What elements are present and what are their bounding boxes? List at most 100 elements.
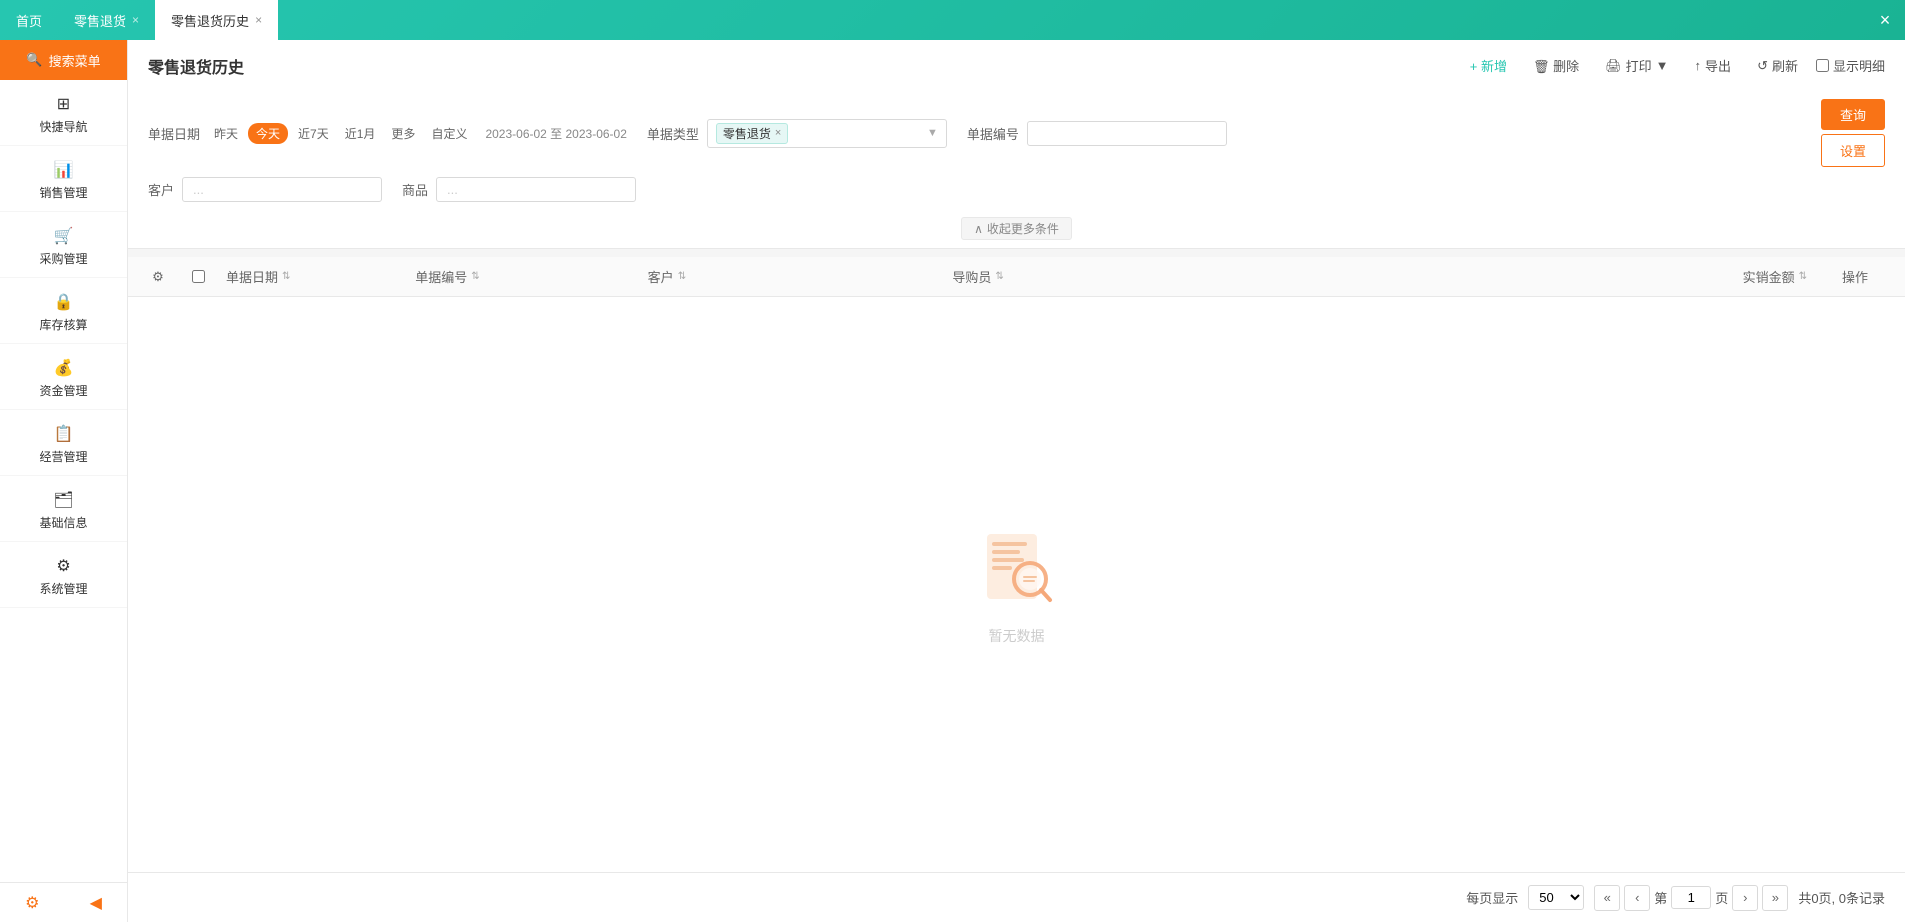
th-customer-label: 客户	[648, 267, 674, 286]
th-guide-sort: ⇅	[995, 271, 1003, 282]
export-button[interactable]: ↑ 导出	[1687, 52, 1740, 79]
query-button[interactable]: 查询	[1821, 99, 1885, 130]
page-unit-label: 页	[1715, 888, 1728, 907]
sales-mgmt-icon: 📊	[54, 160, 74, 180]
filter-settings-button[interactable]: 设置	[1821, 134, 1885, 167]
base-info-icon: 🗂	[54, 490, 74, 510]
tab-retail-return-history[interactable]: 零售退货历史 ×	[155, 0, 278, 40]
page-header: 零售退货历史 + 新增 🗑 删除 🖨 打印 ▼ ↑ 导出 ↺	[128, 40, 1905, 249]
refresh-button[interactable]: ↺ 刷新	[1749, 52, 1806, 79]
sidebar-item-quick-nav[interactable]: ⊞ 快捷导航	[0, 80, 127, 146]
sidebar-item-inventory[interactable]: 🔒 库存核算	[0, 278, 127, 344]
th-bill-no[interactable]: 单据编号 ⇅	[407, 267, 639, 286]
th-guide[interactable]: 导购员 ⇅	[944, 267, 1176, 286]
date-opt-custom[interactable]: 自定义	[425, 123, 473, 144]
th-settings[interactable]: ⚙	[138, 269, 178, 285]
filter-row-1: 单据日期 昨天 今天 近7天 近1月 更多 自定义 2023-06-02 至 2…	[148, 99, 1885, 167]
date-opt-more[interactable]: 更多	[385, 123, 421, 144]
th-amount-label: 实销金额	[1743, 267, 1795, 286]
empty-svg	[972, 524, 1062, 614]
bill-no-input[interactable]	[1027, 121, 1227, 146]
print-button[interactable]: 🖨 打印 ▼	[1597, 52, 1676, 79]
sidebar-item-base-info[interactable]: 🗂 基础信息	[0, 476, 127, 542]
sidebar-search[interactable]: 🔍 搜索菜单	[0, 40, 127, 80]
sidebar-item-finance-label: 资金管理	[39, 382, 87, 399]
print-label: 打印	[1626, 56, 1652, 75]
select-all-checkbox[interactable]	[192, 270, 205, 283]
first-page-button[interactable]: «	[1594, 885, 1620, 911]
show-detail-label[interactable]: 显示明细	[1816, 56, 1885, 75]
customer-input[interactable]: ...	[182, 177, 382, 202]
sidebar-item-operations[interactable]: 📋 经营管理	[0, 410, 127, 476]
filter-row-2: 客户 ... 商品 ...	[148, 177, 1885, 202]
refresh-label: 刷新	[1772, 56, 1798, 75]
th-bill-date-label: 单据日期	[226, 267, 278, 286]
settings-bottom-icon[interactable]: ⚙	[25, 893, 39, 913]
per-page-label: 每页显示	[1466, 888, 1518, 907]
show-detail-checkbox[interactable]	[1816, 59, 1829, 72]
column-settings-icon[interactable]: ⚙	[152, 269, 164, 285]
date-opt-7days[interactable]: 近7天	[292, 123, 335, 144]
operations-icon: 📋	[54, 424, 74, 444]
collapse-button[interactable]: ∧ 收起更多条件	[961, 217, 1072, 240]
inventory-icon: 🔒	[54, 292, 74, 312]
sidebar-item-system-mgmt-label: 系统管理	[39, 580, 87, 597]
per-page-select[interactable]: 50 100 200	[1528, 885, 1584, 910]
total-label: 共0页, 0条记录	[1798, 888, 1885, 907]
sidebar-item-system-mgmt[interactable]: ⚙ 系统管理	[0, 542, 127, 608]
bill-type-tag-value: 零售退货	[723, 125, 771, 142]
print-dropdown-icon: ▼	[1656, 58, 1669, 73]
bill-type-tag: 零售退货 ×	[716, 123, 788, 144]
bill-date-label: 单据日期	[148, 124, 200, 143]
date-opt-today[interactable]: 今天	[248, 123, 288, 144]
delete-button[interactable]: 🗑 删除	[1525, 52, 1587, 79]
tab-home[interactable]: 首页	[0, 0, 58, 40]
quick-nav-icon: ⊞	[54, 94, 74, 114]
page-label: 第	[1654, 888, 1667, 907]
tab-list: 首页 零售退货 × 零售退货历史 ×	[0, 0, 1865, 40]
refresh-icon: ↺	[1757, 58, 1768, 74]
export-icon: ↑	[1695, 58, 1702, 73]
next-page-button[interactable]: ›	[1732, 885, 1758, 911]
bill-type-tag-close[interactable]: ×	[775, 127, 781, 139]
prev-page-button[interactable]: ‹	[1624, 885, 1650, 911]
empty-text: 暂无数据	[989, 626, 1045, 646]
th-bill-no-sort: ⇅	[471, 271, 479, 282]
page-number-input[interactable]	[1671, 886, 1711, 909]
th-bill-date[interactable]: 单据日期 ⇅	[218, 267, 407, 286]
collapse-sidebar-icon[interactable]: ◀	[90, 893, 102, 913]
th-amount[interactable]: 实销金额 ⇅	[1626, 267, 1815, 286]
th-bill-date-sort: ⇅	[282, 271, 290, 282]
page-nav: « ‹ 第 页 › »	[1594, 885, 1788, 911]
goods-input[interactable]: ...	[436, 177, 636, 202]
sidebar-item-finance[interactable]: 💰 资金管理	[0, 344, 127, 410]
table-header: ⚙ 单据日期 ⇅ 单据编号 ⇅ 客户 ⇅ 导购员	[128, 257, 1905, 297]
main-layout: 🔍 搜索菜单 ⊞ 快捷导航 📊 销售管理 🛒 采购管理 🔒 库存核算 💰	[0, 40, 1905, 922]
th-checkbox[interactable]	[178, 270, 218, 283]
sidebar-item-sales-mgmt[interactable]: 📊 销售管理	[0, 146, 127, 212]
page-title: 零售退货历史	[148, 54, 244, 78]
tab-retail-return-close[interactable]: ×	[132, 13, 139, 27]
sidebar-item-purchase-mgmt[interactable]: 🛒 采购管理	[0, 212, 127, 278]
date-opt-yesterday[interactable]: 昨天	[208, 123, 244, 144]
bill-type-filter: 单据类型 零售退货 × ▼	[647, 119, 947, 148]
customer-label: 客户	[148, 180, 174, 199]
bill-type-select[interactable]: 零售退货 × ▼	[707, 119, 947, 148]
sidebar-item-sales-mgmt-label: 销售管理	[39, 184, 87, 201]
th-customer[interactable]: 客户 ⇅	[640, 267, 945, 286]
goods-filter: 商品 ...	[402, 177, 636, 202]
sidebar-item-purchase-mgmt-label: 采购管理	[39, 250, 87, 267]
date-opt-1month[interactable]: 近1月	[339, 123, 382, 144]
last-page-button[interactable]: »	[1762, 885, 1788, 911]
tab-retail-return[interactable]: 零售退货 ×	[58, 0, 155, 40]
window-close-button[interactable]: ×	[1865, 0, 1905, 40]
bill-type-label: 单据类型	[647, 124, 699, 143]
tab-retail-return-history-close[interactable]: ×	[255, 13, 262, 27]
finance-icon: 💰	[54, 358, 74, 378]
new-button[interactable]: + 新增	[1462, 52, 1515, 79]
purchase-mgmt-icon: 🛒	[54, 226, 74, 246]
th-bill-no-label: 单据编号	[415, 267, 467, 286]
customer-filter: 客户 ...	[148, 177, 382, 202]
tab-home-label: 首页	[16, 11, 42, 30]
tab-retail-return-label: 零售退货	[74, 11, 126, 30]
